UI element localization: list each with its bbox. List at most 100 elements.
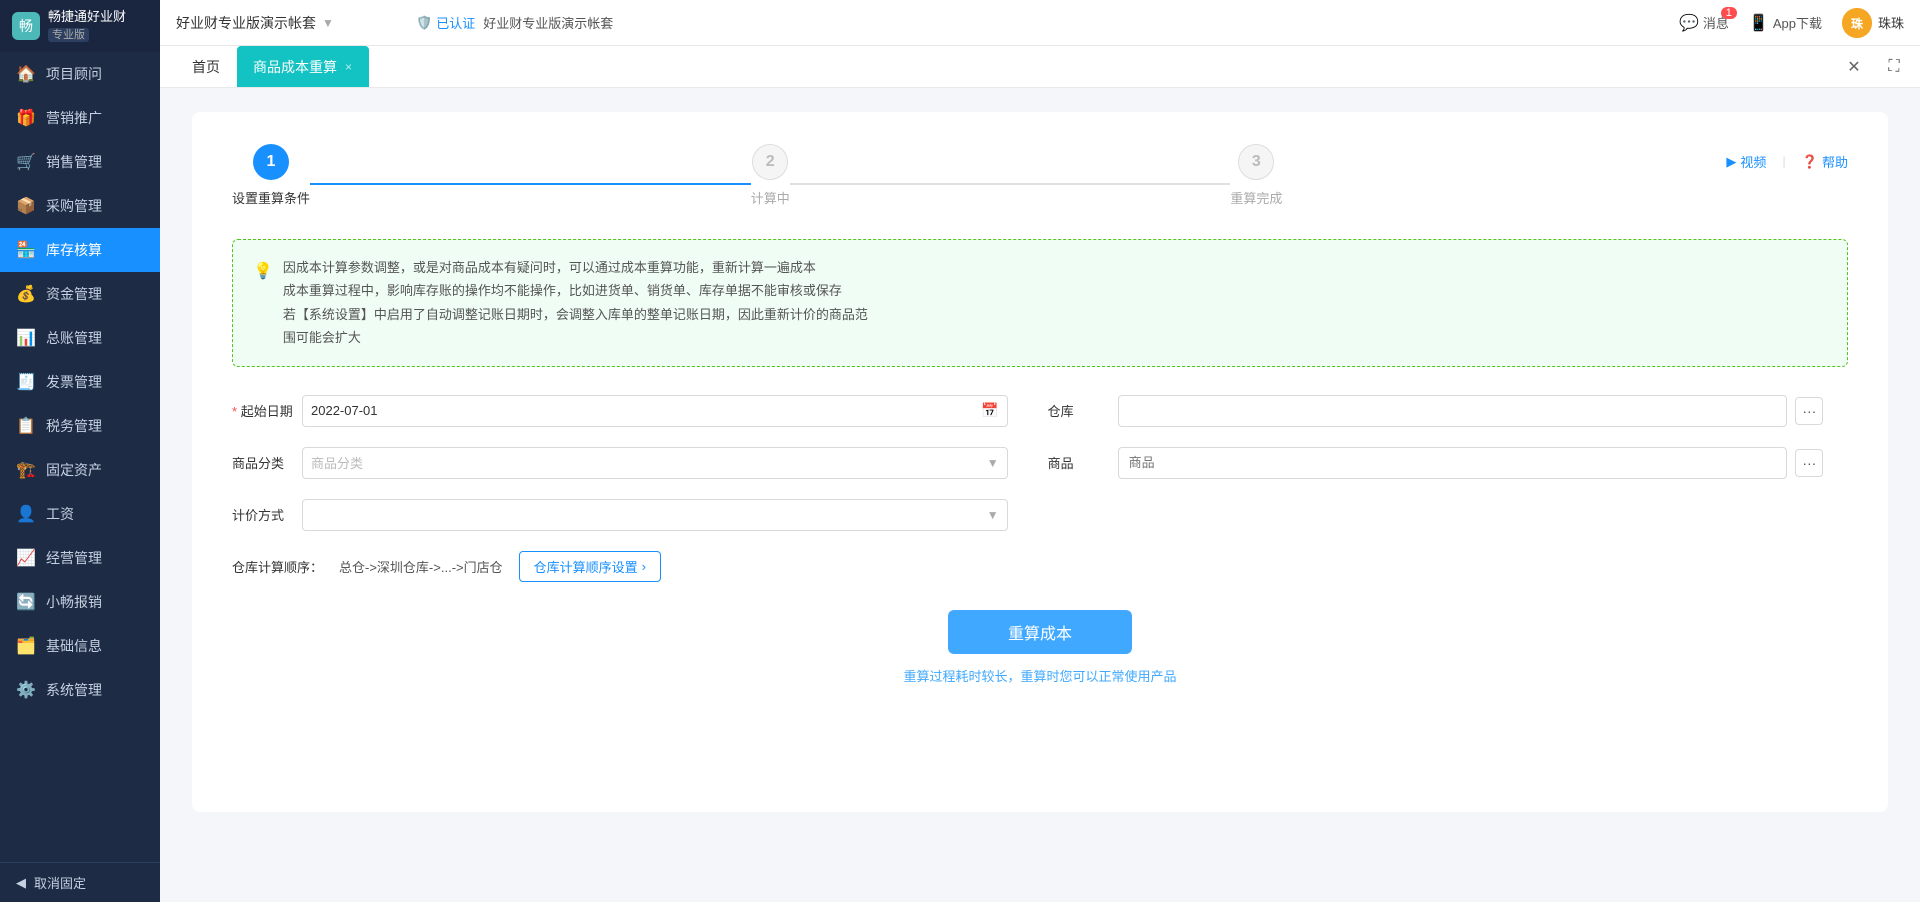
help-link[interactable]: ❓ 帮助 (1802, 152, 1848, 171)
close-window-icon: ✕ (1847, 57, 1860, 77)
ledger-icon: 📊 (16, 328, 36, 348)
close-window-button[interactable]: ✕ (1840, 53, 1868, 81)
step-1: 1 设置重算条件 (232, 144, 310, 207)
sidebar-item-ledger[interactable]: 📊 总账管理 (0, 316, 160, 360)
category-select[interactable]: 商品分类 ▼ (302, 447, 1008, 479)
help-links: ▶ 视频 | ❓ 帮助 (1726, 144, 1848, 171)
tax-icon: 📋 (16, 416, 36, 436)
purchase-icon: 📦 (16, 196, 36, 216)
step-1-label: 设置重算条件 (232, 188, 310, 207)
sidebar-item-basic[interactable]: 🗂️ 基础信息 (0, 624, 160, 668)
calendar-icon[interactable]: 📅 (981, 402, 998, 419)
avatar-image: 珠 (1842, 8, 1872, 38)
recalculate-button[interactable]: 重算成本 (948, 610, 1132, 654)
tab-home[interactable]: 首页 (176, 46, 237, 87)
app-download-button[interactable]: 📱 App下载 (1749, 13, 1822, 33)
sidebar-item-finance[interactable]: 💰 资金管理 (0, 272, 160, 316)
sidebar-item-project[interactable]: 🏠 项目顾问 (0, 52, 160, 96)
sidebar-item-expense[interactable]: 🔄 小畅报销 (0, 580, 160, 624)
message-badge: 1 (1721, 7, 1737, 19)
warehouse-group: 仓库 ··· (1048, 395, 1824, 427)
pricing-group: 计价方式 ▼ (232, 499, 1008, 531)
phone-icon: 📱 (1749, 13, 1769, 33)
verified-badge: 🛡️ 已认证 (416, 13, 475, 32)
sidebar-item-tax[interactable]: 📋 税务管理 (0, 404, 160, 448)
steps-container: 1 设置重算条件 2 计算中 (232, 144, 1282, 207)
video-link[interactable]: ▶ 视频 (1726, 152, 1766, 171)
shield-icon: 🛡️ (416, 15, 432, 31)
product-input[interactable] (1118, 447, 1788, 479)
start-date-input-wrapper[interactable]: 📅 (302, 395, 1008, 427)
page-card: 1 设置重算条件 2 计算中 (192, 112, 1888, 812)
info-text: 因成本计算参数调整，或是对商品成本有疑问时，可以通过成本重算功能，重新计算一遍成… (283, 256, 868, 350)
warehouse-sequence-value: 总仓->深圳仓库->...->门店仓 (339, 557, 503, 576)
sidebar-item-invoice[interactable]: 🧾 发票管理 (0, 360, 160, 404)
pricing-select[interactable]: ▼ (302, 499, 1008, 531)
product-label: 商品 (1048, 453, 1118, 472)
sidebar-item-asset[interactable]: 🏗️ 固定资产 (0, 448, 160, 492)
form-section: * 起始日期 📅 仓库 ··· (232, 395, 1848, 685)
tabbar: 首页 商品成本重算 × ✕ ⛶ (160, 46, 1920, 88)
warehouse-inline: ··· (1118, 395, 1824, 427)
finance-icon: 💰 (16, 284, 36, 304)
start-date-input[interactable] (311, 403, 981, 418)
step-3: 3 重算完成 (1230, 144, 1282, 207)
main-content: 好业财专业版演示帐套 ▼ 🛡️ 已认证 好业财专业版演示帐套 💬 消息 1 📱 … (160, 0, 1920, 902)
account-display-name: 好业财专业版演示帐套 (483, 13, 613, 32)
warehouse-sequence-row: 仓库计算顺序： 总仓->深圳仓库->...->门店仓 仓库计算顺序设置 › (232, 551, 1848, 582)
expand-button[interactable]: ⛶ (1880, 53, 1908, 81)
unpin-sidebar-button[interactable]: ◀ 取消固定 (0, 862, 160, 902)
step-connector-2 (790, 183, 1231, 185)
svg-text:珠: 珠 (1851, 16, 1864, 31)
warehouse-sequence-settings-button[interactable]: 仓库计算顺序设置 › (519, 551, 661, 582)
tab-cost-recalculate[interactable]: 商品成本重算 × (237, 46, 369, 87)
product-inline: ··· (1118, 447, 1824, 479)
warehouse-input[interactable] (1118, 395, 1788, 427)
project-icon: 🏠 (16, 64, 36, 84)
avatar: 珠 (1842, 8, 1872, 38)
unpin-icon: ◀ (16, 875, 26, 891)
account-selector[interactable]: 好业财专业版演示帐套 ▼ (176, 13, 396, 33)
help-circle-icon: ❓ (1802, 154, 1818, 170)
action-area: 重算成本 重算过程耗时较长，重算时您可以正常使用产品 (232, 610, 1848, 685)
operation-icon: 📈 (16, 548, 36, 568)
step-2-label: 计算中 (751, 188, 790, 207)
expand-icon: ⛶ (1888, 58, 1899, 76)
step-2: 2 计算中 (751, 144, 790, 207)
warehouse-label: 仓库 (1048, 401, 1118, 420)
inventory-icon: 🏪 (16, 240, 36, 260)
system-icon: ⚙️ (16, 680, 36, 700)
sidebar-item-salary[interactable]: 👤 工资 (0, 492, 160, 536)
sidebar: 畅 畅捷通好业财 专业版 🏠 项目顾问 🎁 营销推广 🛒 销售管理 📦 采购管理… (0, 0, 160, 902)
message-button[interactable]: 💬 消息 1 (1679, 13, 1729, 33)
sidebar-item-inventory[interactable]: 🏪 库存核算 (0, 228, 160, 272)
basic-icon: 🗂️ (16, 636, 36, 656)
user-menu-button[interactable]: 珠 珠珠 (1842, 8, 1904, 38)
topbar: 好业财专业版演示帐套 ▼ 🛡️ 已认证 好业财专业版演示帐套 💬 消息 1 📱 … (160, 0, 1920, 46)
form-row-2: 商品分类 商品分类 ▼ 商品 ··· (232, 447, 1848, 479)
pricing-label: 计价方式 (232, 505, 302, 524)
category-group: 商品分类 商品分类 ▼ (232, 447, 1008, 479)
category-arrow-icon: ▼ (987, 456, 999, 470)
product-group: 商品 ··· (1048, 447, 1824, 479)
sidebar-item-marketing[interactable]: 🎁 营销推广 (0, 96, 160, 140)
start-date-group: * 起始日期 📅 (232, 395, 1008, 427)
account-dropdown-arrow[interactable]: ▼ (322, 16, 334, 30)
topbar-right: 💬 消息 1 📱 App下载 珠 珠珠 (1679, 8, 1904, 38)
sidebar-item-operation[interactable]: 📈 经营管理 (0, 536, 160, 580)
info-box: 💡 因成本计算参数调整，或是对商品成本有疑问时，可以通过成本重算功能，重新计算一… (232, 239, 1848, 367)
start-date-label: * 起始日期 (232, 401, 302, 420)
app-logo-icon: 畅 (12, 12, 40, 40)
sidebar-item-system[interactable]: ⚙️ 系统管理 (0, 668, 160, 712)
sidebar-item-sales[interactable]: 🛒 销售管理 (0, 140, 160, 184)
product-ellipsis-button[interactable]: ··· (1795, 449, 1823, 477)
sidebar-item-purchase[interactable]: 📦 采购管理 (0, 184, 160, 228)
warehouse-ellipsis-button[interactable]: ··· (1795, 397, 1823, 425)
form-row-3: 计价方式 ▼ (232, 499, 1848, 531)
invoice-icon: 🧾 (16, 372, 36, 392)
sidebar-logo: 畅 畅捷通好业财 专业版 (0, 0, 160, 52)
sales-icon: 🛒 (16, 152, 36, 172)
salary-icon: 👤 (16, 504, 36, 524)
step-connector-1 (310, 183, 751, 185)
tab-close-icon[interactable]: × (345, 60, 352, 74)
